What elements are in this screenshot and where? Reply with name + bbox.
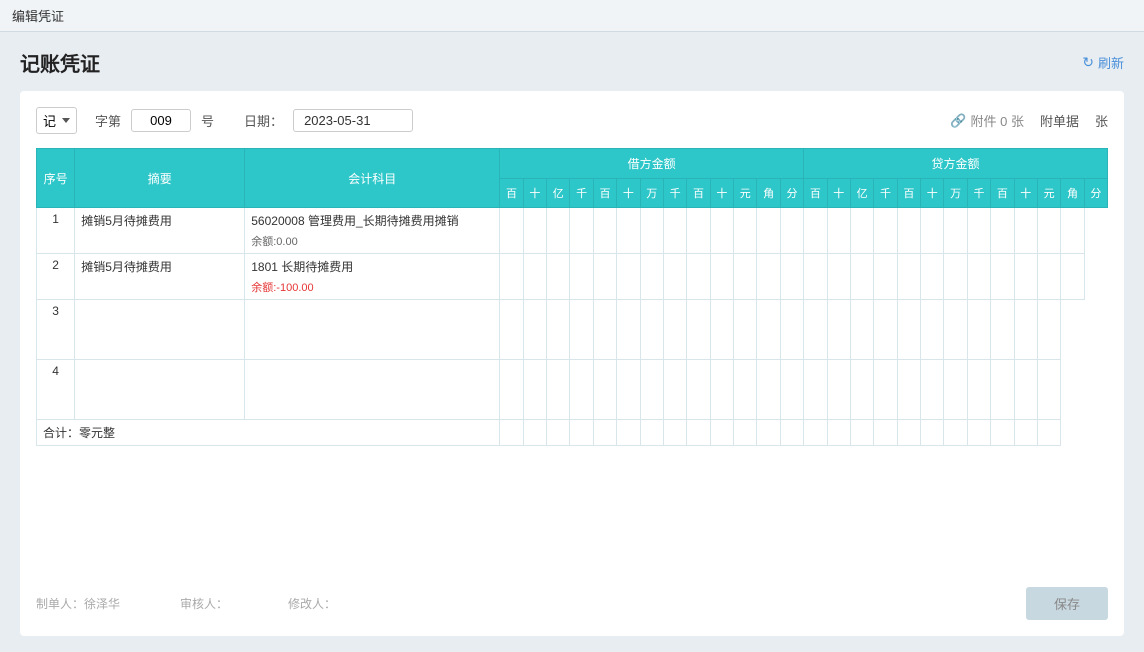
th-c-shi1: 十 [827, 179, 850, 208]
th-d-jiao1: 角 [757, 179, 780, 208]
table-row[interactable]: 2 摊销5月待摊费用 1801 长期待摊费用 余额:-100.00 [37, 254, 1108, 300]
row-summary-2[interactable]: 摊销5月待摊费用 [75, 254, 245, 300]
total-label: 合计：零元整 [37, 420, 500, 446]
th-d-bai1: 百 [500, 179, 523, 208]
row-account-3[interactable] [245, 300, 500, 360]
editor-label: 修改人： [288, 595, 336, 612]
th-d-shi3: 十 [710, 179, 733, 208]
page-title: 记账凭证 [20, 48, 100, 77]
row-account-2[interactable]: 1801 长期待摊费用 余额:-100.00 [245, 254, 500, 300]
date-input[interactable] [293, 109, 413, 132]
refresh-label: 刷新 [1098, 53, 1124, 72]
row-summary-3[interactable] [75, 300, 245, 360]
page-header: 记账凭证 ↻ 刷新 [20, 48, 1124, 77]
th-d-qian2: 千 [663, 179, 686, 208]
zi-label: 字第 [95, 111, 121, 130]
th-c-fen1: 分 [1084, 179, 1107, 208]
table-row[interactable]: 1 摊销5月待摊费用 56020008 管理费用_长期待摊费用摊销 余额:0.0… [37, 208, 1108, 254]
attach-label: 附件 0 张 [971, 111, 1024, 130]
table-row[interactable]: 3 [37, 300, 1108, 360]
chevron-down-icon [62, 118, 70, 123]
ji-value: 记 [43, 111, 56, 130]
paperclip-icon: 🔗 [950, 113, 966, 129]
row-account-1[interactable]: 56020008 管理费用_长期待摊费用摊销 余额:0.00 [245, 208, 500, 254]
zhang-label: 张 [1095, 111, 1108, 130]
th-c-qian2: 千 [967, 179, 990, 208]
th-c-qian1: 千 [874, 179, 897, 208]
th-d-wan1: 万 [640, 179, 663, 208]
creator-label: 制单人：徐泽华 [36, 595, 120, 612]
ji-select[interactable]: 记 [36, 107, 77, 134]
th-seq: 序号 [37, 149, 75, 208]
attach-link[interactable]: 🔗 附件 0 张 [950, 111, 1024, 130]
th-c-shi2: 十 [921, 179, 944, 208]
th-c-yi1: 亿 [850, 179, 873, 208]
row-seq-3: 3 [37, 300, 75, 360]
form-row: 记 字第 号 日期： 🔗 附件 0 张 附单据 张 [36, 107, 1108, 134]
table-row[interactable]: 4 [37, 360, 1108, 420]
th-account: 会计科目 [245, 149, 500, 208]
th-c-wan1: 万 [944, 179, 967, 208]
row-account-4[interactable] [245, 360, 500, 420]
th-credit: 贷方金额 [804, 149, 1108, 179]
th-d-shi1: 十 [523, 179, 546, 208]
total-row: 合计：零元整 [37, 420, 1108, 446]
attach-single[interactable]: 附单据 [1040, 111, 1079, 130]
title-bar: 编辑凭证 [0, 0, 1144, 32]
refresh-icon: ↻ [1082, 54, 1094, 71]
th-d-qian1: 千 [570, 179, 593, 208]
voucher-table: 序号 摘要 会计科目 借方金额 贷方金额 百 十 亿 千 百 十 万 [36, 148, 1108, 446]
th-d-yi1: 亿 [547, 179, 570, 208]
th-c-bai1: 百 [804, 179, 827, 208]
reviewer-label: 审核人： [180, 595, 228, 612]
hao-label: 号 [201, 111, 214, 130]
title-bar-label: 编辑凭证 [12, 6, 64, 25]
row-summary-4[interactable] [75, 360, 245, 420]
row-summary-1[interactable]: 摊销5月待摊费用 [75, 208, 245, 254]
zi-input[interactable] [131, 109, 191, 132]
th-summary: 摘要 [75, 149, 245, 208]
date-label: 日期： [244, 111, 283, 130]
row-seq-2: 2 [37, 254, 75, 300]
footer-row: 制单人：徐泽华 审核人： 修改人： 保存 [36, 577, 1108, 620]
th-c-shi3: 十 [1014, 179, 1037, 208]
row-seq-1: 1 [37, 208, 75, 254]
th-c-yuan1: 元 [1037, 179, 1060, 208]
th-c-bai2: 百 [897, 179, 920, 208]
th-debit: 借方金额 [500, 149, 804, 179]
voucher-card: 记 字第 号 日期： 🔗 附件 0 张 附单据 张 序号 [20, 91, 1124, 636]
th-d-fen1: 分 [780, 179, 803, 208]
th-d-shi2: 十 [617, 179, 640, 208]
th-c-bai3: 百 [991, 179, 1014, 208]
save-button[interactable]: 保存 [1026, 587, 1108, 620]
row-seq-4: 4 [37, 360, 75, 420]
refresh-button[interactable]: ↻ 刷新 [1082, 53, 1124, 72]
th-d-yuan1: 元 [734, 179, 757, 208]
th-c-jiao1: 角 [1061, 179, 1084, 208]
th-d-bai3: 百 [687, 179, 710, 208]
attachment-area: 🔗 附件 0 张 附单据 张 [950, 111, 1108, 130]
th-d-bai2: 百 [593, 179, 616, 208]
main-content: 记账凭证 ↻ 刷新 记 字第 号 日期： 🔗 附件 0 张 附单据 张 [0, 32, 1144, 652]
